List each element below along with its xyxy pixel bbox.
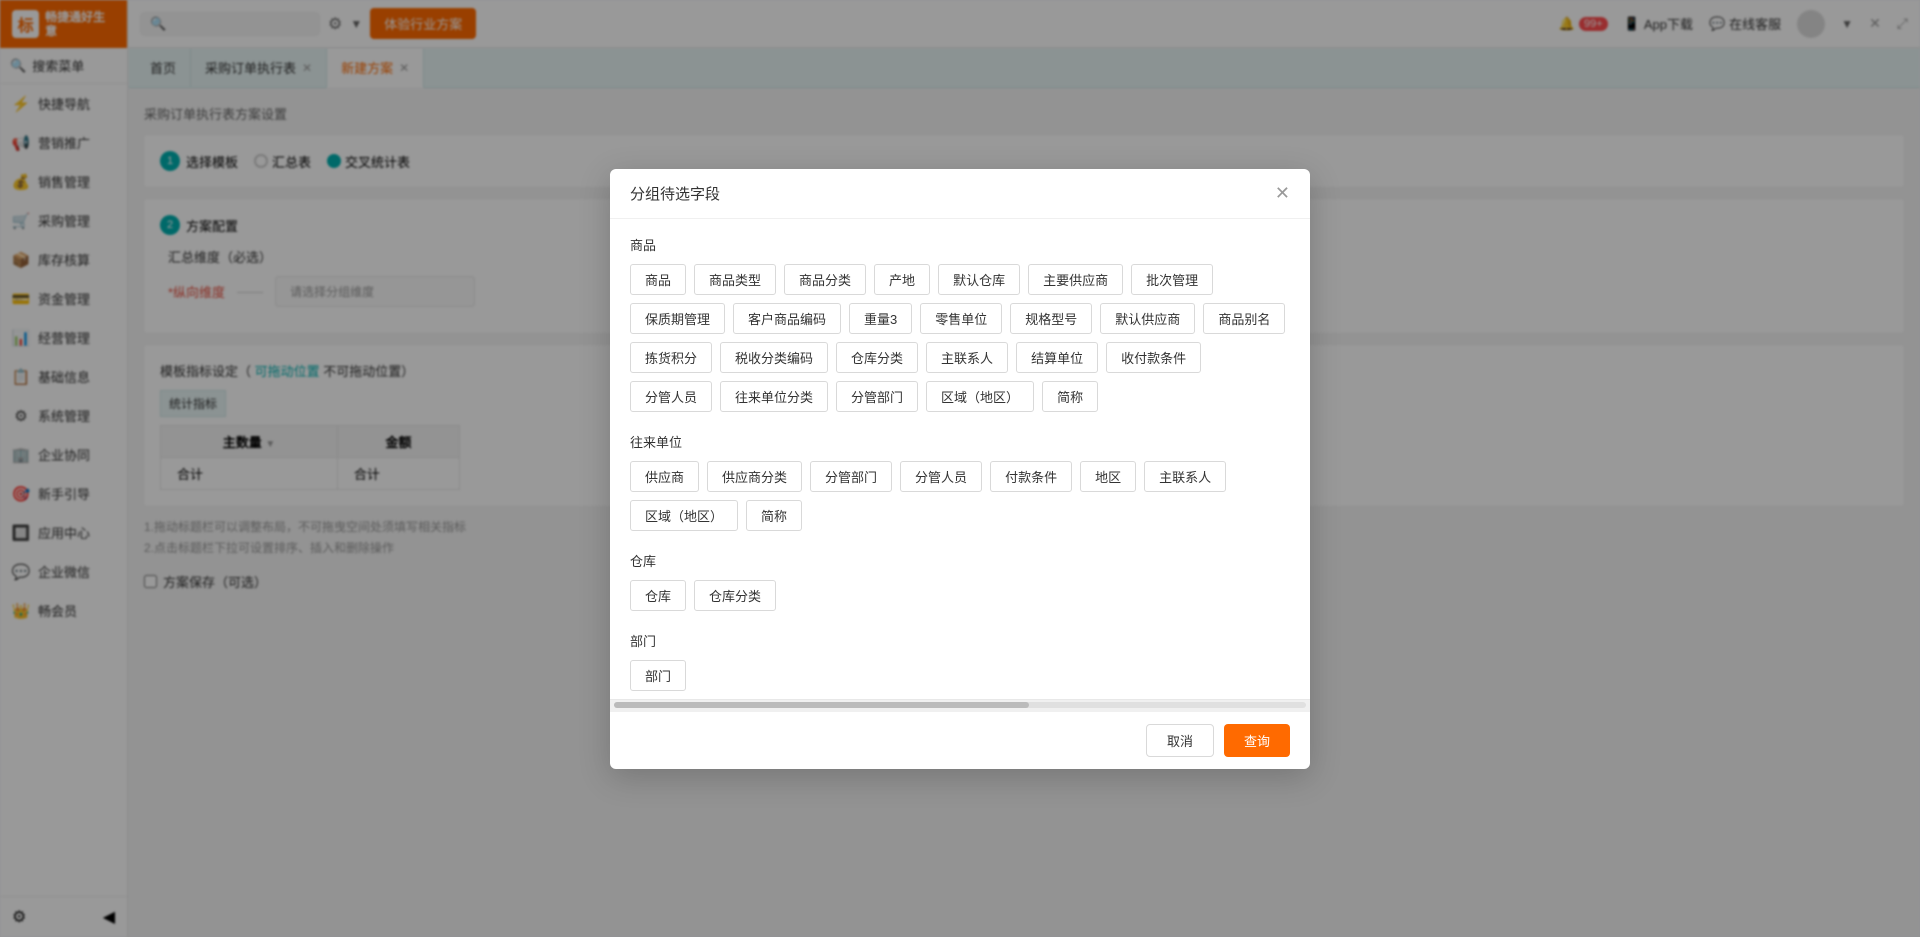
field-tag[interactable]: 税收分类编码 [720,342,828,373]
scrollbar-thumb [614,702,1029,708]
modal-body: 商品 商品 商品类型 商品分类 产地 默认仓库 主要供应商 批次管理 保质期管理… [610,219,1310,699]
field-tag[interactable]: 仓库分类 [694,580,776,611]
field-tag[interactable]: 区域（地区） [630,500,738,531]
confirm-button[interactable]: 查询 [1224,724,1290,757]
field-tag[interactable]: 商品 [630,264,686,295]
field-tag[interactable]: 仓库分类 [836,342,918,373]
field-group-counterpart: 往来单位 供应商 供应商分类 分管部门 分管人员 付款条件 地区 主联系人 区域… [630,432,1290,531]
field-tag[interactable]: 结算单位 [1016,342,1098,373]
field-tag[interactable]: 产地 [874,264,930,295]
field-tag[interactable]: 分管人员 [630,381,712,412]
field-group-warehouse-title: 仓库 [630,551,1290,570]
field-select-modal: 分组待选字段 ✕ 商品 商品 商品类型 商品分类 产地 默认仓库 主要供应商 批… [610,169,1310,769]
field-tag[interactable]: 供应商分类 [707,461,802,492]
field-tag[interactable]: 区域（地区） [926,381,1034,412]
field-tag[interactable]: 保质期管理 [630,303,725,334]
modal-header: 分组待选字段 ✕ [610,169,1310,219]
field-tag[interactable]: 批次管理 [1131,264,1213,295]
modal-close-button[interactable]: ✕ [1275,183,1290,204]
field-tag[interactable]: 商品类型 [694,264,776,295]
field-tag[interactable]: 往来单位分类 [720,381,828,412]
field-tag[interactable]: 客户商品编码 [733,303,841,334]
field-tag[interactable]: 付款条件 [990,461,1072,492]
field-tags-department: 部门 [630,660,1290,691]
field-tag[interactable]: 收付款条件 [1106,342,1201,373]
field-group-warehouse: 仓库 仓库 仓库分类 [630,551,1290,611]
field-tag[interactable]: 规格型号 [1010,303,1092,334]
field-group-department-title: 部门 [630,631,1290,650]
modal-horizontal-scrollbar[interactable] [610,699,1310,711]
field-tag[interactable]: 分管部门 [810,461,892,492]
field-tag[interactable]: 简称 [1042,381,1098,412]
field-tag[interactable]: 部门 [630,660,686,691]
field-tag[interactable]: 地区 [1080,461,1136,492]
field-group-counterpart-title: 往来单位 [630,432,1290,451]
field-tags-counterpart: 供应商 供应商分类 分管部门 分管人员 付款条件 地区 主联系人 区域（地区） … [630,461,1290,531]
field-tag[interactable]: 主要供应商 [1028,264,1123,295]
field-tag[interactable]: 零售单位 [920,303,1002,334]
field-tag[interactable]: 分管人员 [900,461,982,492]
field-tag[interactable]: 默认仓库 [938,264,1020,295]
field-group-department: 部门 部门 [630,631,1290,691]
field-tag[interactable]: 分管部门 [836,381,918,412]
field-group-goods: 商品 商品 商品类型 商品分类 产地 默认仓库 主要供应商 批次管理 保质期管理… [630,235,1290,412]
modal-title: 分组待选字段 [630,183,720,204]
field-tag[interactable]: 商品分类 [784,264,866,295]
field-tag[interactable]: 重量3 [849,303,912,334]
field-tag[interactable]: 简称 [746,500,802,531]
field-tag[interactable]: 仓库 [630,580,686,611]
field-tag[interactable]: 默认供应商 [1100,303,1195,334]
scrollbar-track [614,702,1306,708]
field-tag[interactable]: 商品别名 [1203,303,1285,334]
modal-footer: 取消 查询 [610,711,1310,769]
field-tag[interactable]: 供应商 [630,461,699,492]
field-tag[interactable]: 拣货积分 [630,342,712,373]
field-tags-warehouse: 仓库 仓库分类 [630,580,1290,611]
field-tags-goods: 商品 商品类型 商品分类 产地 默认仓库 主要供应商 批次管理 保质期管理 客户… [630,264,1290,412]
field-group-goods-title: 商品 [630,235,1290,254]
field-tag[interactable]: 主联系人 [1144,461,1226,492]
field-tag[interactable]: 主联系人 [926,342,1008,373]
cancel-button[interactable]: 取消 [1146,724,1214,757]
